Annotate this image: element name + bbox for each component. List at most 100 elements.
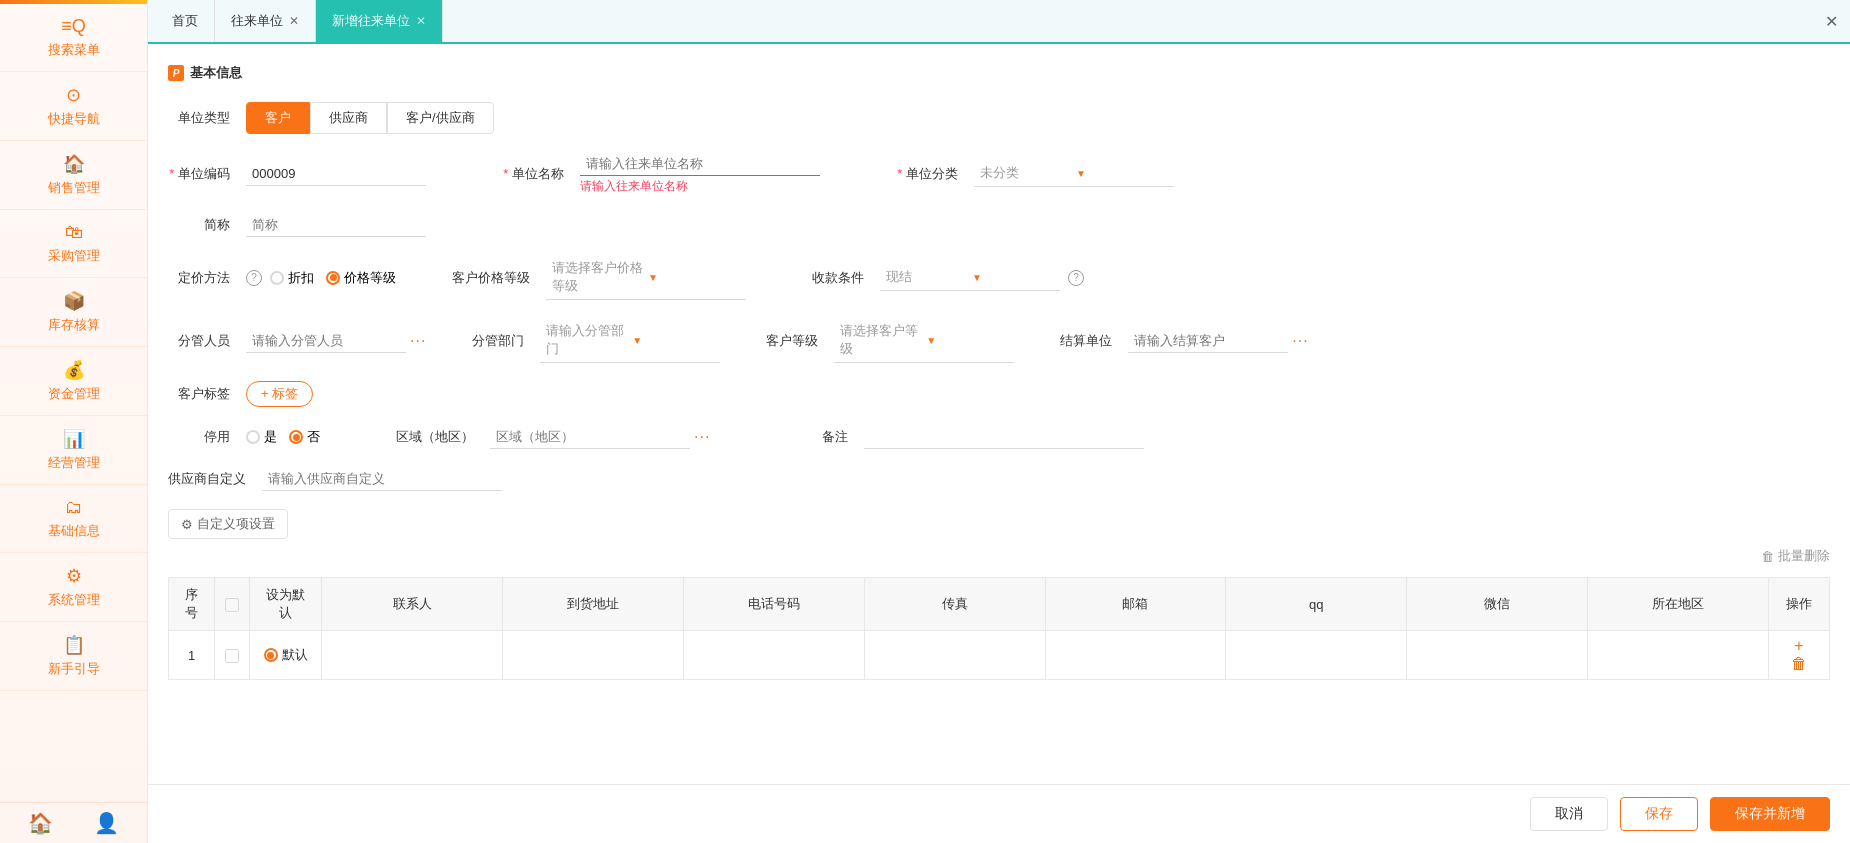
disabled-no-circle: [289, 430, 303, 444]
col-contact: 联系人: [322, 578, 503, 631]
sidebar-item-search[interactable]: ≡Q 搜索菜单: [0, 4, 147, 72]
sidebar-item-inventory[interactable]: 📦 库存核算: [0, 278, 147, 347]
customer-level-select[interactable]: 请选择客户等级 ▼: [834, 318, 1014, 363]
manager-more-btn[interactable]: ···: [410, 332, 426, 350]
unit-name-input[interactable]: [580, 152, 820, 176]
region-more-btn[interactable]: ···: [694, 428, 710, 446]
region-input[interactable]: [490, 425, 690, 449]
batch-delete-btn[interactable]: 🗑 批量删除: [168, 547, 1830, 565]
abbr-input[interactable]: [246, 213, 426, 237]
customer-price-level-select[interactable]: 请选择客户价格等级 ▼: [546, 255, 746, 300]
tab-home[interactable]: 首页: [156, 0, 215, 42]
disabled-yes[interactable]: 是: [246, 428, 277, 446]
save-button[interactable]: 保存: [1620, 797, 1698, 831]
phone-input[interactable]: [694, 648, 854, 663]
sidebar-item-fund[interactable]: 💰 资金管理: [0, 347, 147, 416]
pricing-help-icon[interactable]: ?: [246, 270, 262, 286]
supplier-custom-row: 供应商自定义: [168, 467, 1830, 491]
chevron-down-icon-4: ▼: [632, 335, 714, 346]
user-bottom-icon[interactable]: 👤: [94, 811, 119, 835]
save-new-button[interactable]: 保存并新增: [1710, 797, 1830, 831]
address-input[interactable]: [513, 648, 673, 663]
sidebar-item-label: 销售管理: [48, 179, 100, 197]
col-action: 操作: [1768, 578, 1829, 631]
payment-help-icon[interactable]: ?: [1068, 270, 1084, 286]
guide-icon: 📋: [63, 634, 85, 656]
default-radio[interactable]: 默认: [260, 646, 311, 664]
wechat-input[interactable]: [1417, 648, 1577, 663]
pricing-row: 定价方法 ? 折扣 价格等级 客户价格等级 请选择客户价格等级 ▼ 收款条件: [168, 255, 1830, 300]
tag-add-button[interactable]: + 标签: [246, 381, 313, 407]
cell-contact[interactable]: [322, 631, 503, 680]
row-region-input[interactable]: [1598, 648, 1758, 663]
settlement-unit-label: 结算单位: [1050, 332, 1120, 350]
ops-icon: 📊: [63, 428, 85, 450]
sidebar-item-label: 库存核算: [48, 316, 100, 334]
email-input[interactable]: [1056, 648, 1216, 663]
unit-type-supplier[interactable]: 供应商: [310, 102, 387, 134]
row-add-btn[interactable]: +: [1791, 637, 1806, 655]
form-content: P 基本信息 单位类型 客户 供应商 客户/供应商 单位编码 单位名称 请输入往…: [148, 44, 1850, 784]
tab-new-partner[interactable]: 新增往来单位 ✕: [316, 0, 443, 42]
manager-input[interactable]: [246, 329, 406, 353]
home-bottom-icon[interactable]: 🏠: [28, 811, 53, 835]
pricing-radio-level[interactable]: 价格等级: [326, 269, 396, 287]
sidebar-item-ops[interactable]: 📊 经营管理: [0, 416, 147, 485]
sidebar-item-sys[interactable]: ⚙ 系统管理: [0, 553, 147, 622]
sidebar-item-sales[interactable]: 🏠 销售管理: [0, 141, 147, 210]
dept-select[interactable]: 请输入分管部门 ▼: [540, 318, 720, 363]
contact-table: 序号 设为默认 联系人 到货地址 电话号码 传真 邮箱 qq 微信 所在地区 操…: [168, 577, 1830, 680]
cancel-button[interactable]: 取消: [1530, 797, 1608, 831]
settlement-field: ···: [1128, 329, 1308, 353]
custom-settings-button[interactable]: ⚙ 自定义项设置: [168, 509, 288, 539]
fax-input[interactable]: [875, 648, 1035, 663]
abbr-row: 简称: [168, 213, 1830, 237]
sidebar-item-guide[interactable]: 📋 新手引导: [0, 622, 147, 691]
unit-code-input[interactable]: [246, 162, 426, 186]
cell-qq[interactable]: [1226, 631, 1407, 680]
disabled-no[interactable]: 否: [289, 428, 320, 446]
sales-icon: 🏠: [63, 153, 85, 175]
section-title: P 基本信息: [168, 64, 1830, 82]
pricing-radio-discount[interactable]: 折扣: [270, 269, 314, 287]
col-address: 到货地址: [503, 578, 684, 631]
sidebar-item-basic[interactable]: 🗂 基础信息: [0, 485, 147, 553]
region-field: ···: [490, 425, 710, 449]
sidebar-item-purchase[interactable]: 🛍 采购管理: [0, 210, 147, 278]
unit-category-select[interactable]: 未分类 ▼: [974, 160, 1174, 187]
remark-input[interactable]: [864, 425, 1144, 449]
cell-fax[interactable]: [864, 631, 1045, 680]
tab-partners[interactable]: 往来单位 ✕: [215, 0, 316, 42]
row-checkbox[interactable]: [225, 649, 239, 663]
sidebar-item-quick-nav[interactable]: ⊙ 快捷导航: [0, 72, 147, 141]
row-delete-btn[interactable]: 🗑: [1788, 655, 1810, 673]
unit-type-both[interactable]: 客户/供应商: [387, 102, 494, 134]
payment-terms-select[interactable]: 现结 ▼: [880, 264, 1060, 291]
cell-email[interactable]: [1045, 631, 1226, 680]
col-default: 设为默认: [250, 578, 322, 631]
batch-delete-label: 批量删除: [1778, 547, 1830, 565]
settlement-input[interactable]: [1128, 329, 1288, 353]
pricing-level-label: 价格等级: [344, 269, 396, 287]
pricing-radio-group: 折扣 价格等级: [270, 269, 396, 287]
contact-input[interactable]: [332, 648, 492, 663]
sidebar-item-label: 资金管理: [48, 385, 100, 403]
cell-region[interactable]: [1588, 631, 1769, 680]
header-checkbox[interactable]: [225, 598, 239, 612]
supplier-custom-input[interactable]: [262, 467, 502, 491]
close-all-tabs[interactable]: ✕: [1825, 12, 1838, 31]
settlement-more-btn[interactable]: ···: [1292, 332, 1308, 350]
manager-field: ···: [246, 329, 426, 353]
default-radio-circle: [264, 648, 278, 662]
cell-address[interactable]: [503, 631, 684, 680]
unit-type-customer[interactable]: 客户: [246, 102, 310, 134]
quick-nav-icon: ⊙: [66, 84, 81, 106]
qq-input[interactable]: [1236, 648, 1396, 663]
sys-icon: ⚙: [66, 565, 82, 587]
sidebar-item-label: 基础信息: [48, 522, 100, 540]
tab-partners-close[interactable]: ✕: [289, 14, 299, 28]
cell-wechat[interactable]: [1407, 631, 1588, 680]
customer-tag-row: 客户标签 + 标签: [168, 381, 1830, 407]
tab-new-partner-close[interactable]: ✕: [416, 14, 426, 28]
cell-phone[interactable]: [683, 631, 864, 680]
